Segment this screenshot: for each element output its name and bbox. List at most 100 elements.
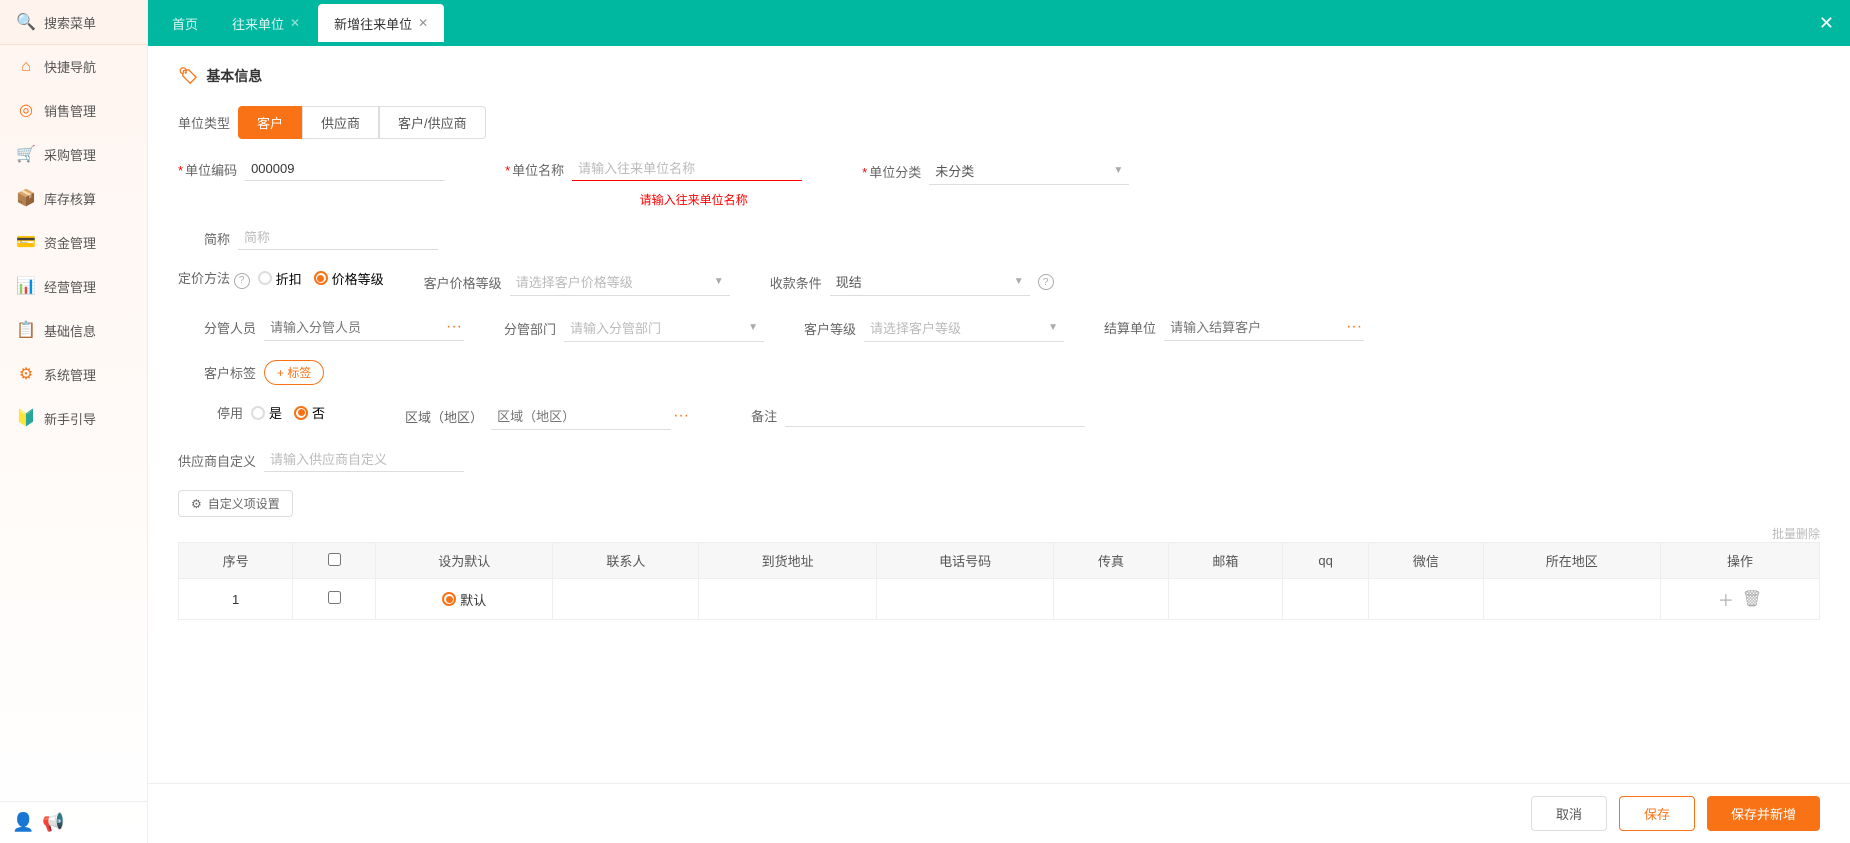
- disabled-region-row: 停用 是 否 区域（地区）: [178, 403, 1820, 430]
- row-default-radio[interactable]: 默认: [386, 590, 543, 609]
- department-label: 分管部门: [504, 319, 556, 338]
- discount-radio-outer: [258, 271, 272, 285]
- customer-tag-row: 客户标签 + 标签: [178, 360, 1820, 385]
- tab-partners[interactable]: 往来单位 ✕: [216, 4, 316, 42]
- unit-code-label: *单位编码: [178, 160, 237, 179]
- customer-level-label: 客户等级: [804, 319, 856, 338]
- pricing-help-icon[interactable]: ?: [234, 273, 250, 289]
- manager-row: 分管人员 ··· 分管部门 请输入分管部门 ▼ 客户等级 请选择客户等级 ▼: [178, 314, 1820, 342]
- sidebar-bottom: 👤 📢: [0, 801, 147, 843]
- price-level-radio-outer: [314, 271, 328, 285]
- disabled-yes-radio[interactable]: 是: [251, 403, 282, 422]
- payment-terms-select[interactable]: 现结 ▼: [830, 268, 1030, 296]
- settings-icon: ⚙: [191, 497, 202, 511]
- th-address: 到货地址: [699, 543, 877, 579]
- select-all-checkbox[interactable]: [328, 553, 341, 566]
- unit-type-both-btn[interactable]: 客户/供应商: [379, 106, 486, 139]
- sidebar-item-inventory[interactable]: 📦 库存核算: [0, 176, 147, 220]
- unit-type-supplier-btn[interactable]: 供应商: [302, 106, 379, 139]
- sidebar-item-finance[interactable]: 💳 资金管理: [0, 220, 147, 264]
- finance-icon: 💳: [16, 232, 36, 252]
- manager-label: 分管人员: [204, 318, 256, 337]
- settlement-unit-label: 结算单位: [1104, 318, 1156, 337]
- manager-more-btn[interactable]: ···: [446, 318, 462, 336]
- basic-info-icon: 📋: [16, 320, 36, 340]
- customer-level-select[interactable]: 请选择客户等级 ▼: [864, 314, 1064, 342]
- settlement-unit-more-btn[interactable]: ···: [1346, 318, 1362, 336]
- disabled-label: 停用: [217, 403, 243, 422]
- row-fax: [1054, 579, 1168, 620]
- region-input[interactable]: [497, 409, 673, 424]
- region-more-btn[interactable]: ···: [673, 407, 689, 425]
- add-tag-btn[interactable]: + 标签: [264, 360, 324, 385]
- operations-icon: 📊: [16, 276, 36, 296]
- department-arrow: ▼: [748, 322, 758, 333]
- customer-price-select[interactable]: 请选择客户价格等级 ▼: [510, 268, 730, 296]
- sidebar-item-quick-nav[interactable]: ⌂ 快捷导航: [0, 45, 147, 88]
- sidebar-item-system[interactable]: ⚙ 系统管理: [0, 352, 147, 396]
- supplier-custom-group: 供应商自定义: [178, 448, 464, 472]
- sidebar-item-operations[interactable]: 📊 经营管理: [0, 264, 147, 308]
- home-icon: ⌂: [16, 58, 36, 76]
- disabled-no-radio[interactable]: 否: [294, 403, 325, 422]
- disabled-no-inner: [298, 409, 305, 416]
- unit-code-input[interactable]: [245, 157, 445, 181]
- unit-code-group: *单位编码: [178, 157, 445, 181]
- manager-input[interactable]: [270, 320, 446, 335]
- settlement-unit-wrapper: ···: [1164, 314, 1364, 341]
- notes-input[interactable]: [785, 403, 1085, 427]
- th-region: 所在地区: [1483, 543, 1661, 579]
- disabled-group: 停用 是 否: [178, 403, 325, 422]
- sidebar-item-newbie[interactable]: 🔰 新手引导: [0, 396, 147, 440]
- section-icon: 🏷: [178, 66, 198, 86]
- contact-table: 序号 设为默认 联系人 到货地址 电话号码 传真 邮箱 qq 微信 所在地区 操…: [178, 542, 1820, 620]
- supplier-custom-input[interactable]: [264, 448, 464, 472]
- custom-settings-btn[interactable]: ⚙ 自定义项设置: [178, 490, 293, 517]
- newbie-icon: 🔰: [16, 408, 36, 428]
- sidebar-item-purchase[interactable]: 🛒 采购管理: [0, 132, 147, 176]
- settlement-unit-group: 结算单位 ···: [1104, 314, 1364, 341]
- delete-row-btn[interactable]: 🗑: [1742, 589, 1762, 609]
- customer-tag-label: 客户标签: [204, 363, 256, 382]
- batch-delete-btn[interactable]: 批量删除: [1772, 527, 1820, 541]
- short-name-input[interactable]: [238, 226, 438, 250]
- row-actions: ＋ 🗑: [1661, 579, 1820, 620]
- discount-radio[interactable]: 折扣: [258, 269, 302, 288]
- add-row-btn[interactable]: ＋: [1718, 587, 1734, 611]
- save-new-button[interactable]: 保存并新增: [1707, 796, 1820, 831]
- tab-new-partner[interactable]: 新增往来单位 ✕: [318, 4, 444, 42]
- settlement-unit-input[interactable]: [1170, 320, 1346, 335]
- manager-input-wrapper: ···: [264, 314, 464, 341]
- close-new-partner-tab[interactable]: ✕: [418, 16, 428, 30]
- close-partners-tab[interactable]: ✕: [290, 16, 300, 30]
- customer-price-group: 客户价格等级 请选择客户价格等级 ▼: [424, 268, 730, 296]
- cancel-button[interactable]: 取消: [1531, 796, 1607, 831]
- th-seq: 序号: [179, 543, 293, 579]
- unit-category-select[interactable]: 未分类 ▼: [929, 157, 1129, 185]
- unit-name-input[interactable]: [572, 157, 802, 181]
- sidebar-item-sales[interactable]: ◎ 销售管理: [0, 88, 147, 132]
- row-default: 默认: [375, 579, 553, 620]
- th-checkbox: [293, 543, 376, 579]
- unit-category-group: *单位分类 未分类 ▼: [862, 157, 1129, 185]
- row-action-buttons: ＋ 🗑: [1671, 587, 1809, 611]
- search-icon: 🔍: [16, 12, 36, 32]
- unit-type-customer-btn[interactable]: 客户: [238, 106, 302, 139]
- manager-group: 分管人员 ···: [178, 314, 464, 341]
- payment-terms-arrow: ▼: [1014, 276, 1024, 287]
- disabled-no-outer: [294, 406, 308, 420]
- sidebar-item-basic-info[interactable]: 📋 基础信息: [0, 308, 147, 352]
- row-checkbox[interactable]: [328, 591, 341, 604]
- notes-label: 备注: [751, 406, 777, 425]
- payment-terms-help-icon[interactable]: ?: [1038, 274, 1054, 290]
- department-group: 分管部门 请输入分管部门 ▼: [504, 314, 764, 342]
- price-level-radio[interactable]: 价格等级: [314, 269, 384, 288]
- department-select[interactable]: 请输入分管部门 ▼: [564, 314, 764, 342]
- save-button[interactable]: 保存: [1619, 796, 1695, 831]
- sidebar-item-search[interactable]: 🔍 搜索菜单: [0, 0, 147, 45]
- batch-delete-area: 批量删除: [178, 525, 1820, 542]
- short-name-group: 简称: [178, 226, 438, 250]
- tab-home[interactable]: 首页: [156, 4, 214, 42]
- close-window-btn[interactable]: ✕: [1811, 13, 1842, 34]
- th-contact: 联系人: [553, 543, 699, 579]
